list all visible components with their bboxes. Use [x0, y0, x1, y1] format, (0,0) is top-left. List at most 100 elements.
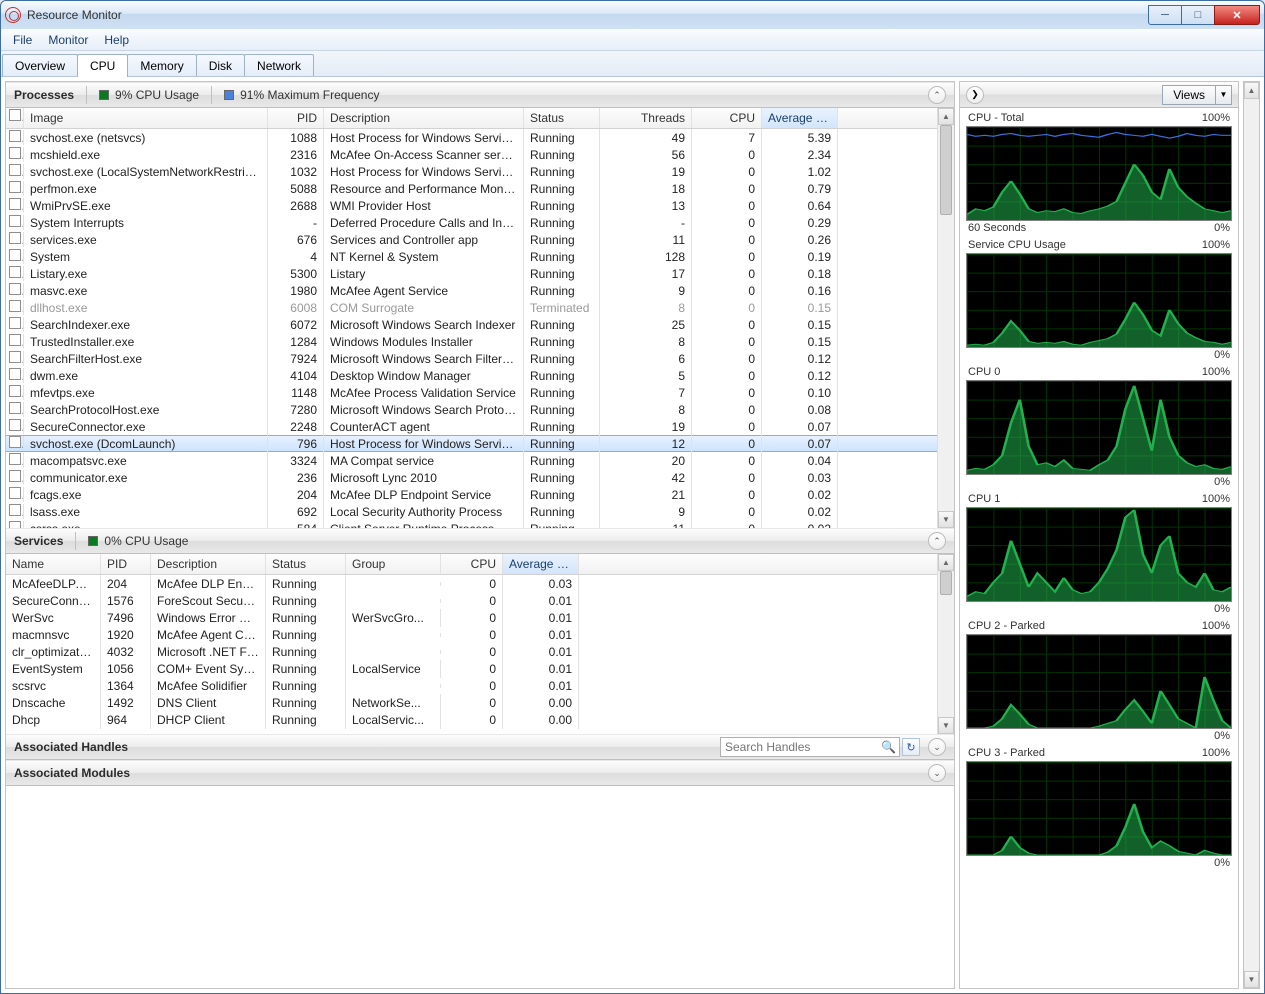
- tab-overview[interactable]: Overview: [2, 54, 78, 76]
- table-row[interactable]: System4NT Kernel & SystemRunning12800.19: [6, 248, 937, 265]
- menu-file[interactable]: File: [5, 31, 40, 49]
- col-header[interactable]: Name: [6, 554, 101, 574]
- table-row[interactable]: csrss.exe584Client Server Runtime Proces…: [6, 520, 937, 528]
- col-header[interactable]: Threads: [600, 108, 692, 128]
- table-row[interactable]: McAfeeDLPAge...204McAfee DLP Endpo...Run…: [6, 575, 937, 592]
- rightpane-scrollbar[interactable]: ▲ ▼: [1243, 81, 1260, 989]
- refresh-handles-icon[interactable]: ↻: [902, 738, 920, 756]
- header-checkbox[interactable]: [6, 108, 24, 128]
- table-row[interactable]: masvc.exe1980McAfee Agent ServiceRunning…: [6, 282, 937, 299]
- table-row[interactable]: clr_optimizatio...4032Microsoft .NET Fra…: [6, 643, 937, 660]
- row-checkbox[interactable]: [9, 181, 21, 193]
- views-dropdown-icon[interactable]: ▼: [1216, 85, 1232, 105]
- services-header[interactable]: Services 0% CPU Usage ⌃: [6, 528, 954, 554]
- table-row[interactable]: TrustedInstaller.exe1284Windows Modules …: [6, 333, 937, 350]
- row-checkbox[interactable]: [9, 130, 21, 142]
- row-checkbox[interactable]: [9, 283, 21, 295]
- processes-table[interactable]: ImagePIDDescriptionStatusThreadsCPUAvera…: [6, 108, 937, 528]
- table-row[interactable]: System Interrupts-Deferred Procedure Cal…: [6, 214, 937, 231]
- processes-header[interactable]: Processes 9% CPU Usage 91% Maximum Frequ…: [6, 82, 954, 108]
- services-table[interactable]: NamePIDDescriptionStatusGroupCPUAverage …: [6, 554, 937, 734]
- maximize-button[interactable]: □: [1181, 5, 1215, 25]
- tab-disk[interactable]: Disk: [196, 54, 245, 76]
- table-row[interactable]: WmiPrvSE.exe2688WMI Provider HostRunning…: [6, 197, 937, 214]
- col-header[interactable]: CPU: [692, 108, 762, 128]
- row-checkbox[interactable]: [9, 351, 21, 363]
- row-checkbox[interactable]: [9, 368, 21, 380]
- row-checkbox[interactable]: [9, 453, 21, 465]
- row-checkbox[interactable]: [9, 164, 21, 176]
- col-header[interactable]: Status: [524, 108, 600, 128]
- table-row[interactable]: svchost.exe (netsvcs)1088Host Process fo…: [6, 129, 937, 146]
- col-header[interactable]: PID: [268, 108, 324, 128]
- col-header[interactable]: Description: [151, 554, 266, 574]
- collapse-handles-icon[interactable]: ⌄: [928, 738, 946, 756]
- row-checkbox[interactable]: [9, 317, 21, 329]
- col-header[interactable]: Image: [24, 108, 268, 128]
- table-row[interactable]: Dnscache1492DNS ClientRunningNetworkSe..…: [6, 694, 937, 711]
- table-row[interactable]: SecureConnector1576ForeScout SecureC...R…: [6, 592, 937, 609]
- col-header[interactable]: Average CPU: [503, 554, 579, 574]
- row-checkbox[interactable]: [9, 504, 21, 516]
- table-row[interactable]: dllhost.exe6008COM SurrogateTerminated80…: [6, 299, 937, 316]
- table-row[interactable]: scsrvc1364McAfee SolidifierRunning00.01: [6, 677, 937, 694]
- table-row[interactable]: fcags.exe204McAfee DLP Endpoint ServiceR…: [6, 486, 937, 503]
- row-checkbox[interactable]: [9, 147, 21, 159]
- menu-monitor[interactable]: Monitor: [40, 31, 96, 49]
- table-row[interactable]: SearchProtocolHost.exe7280Microsoft Wind…: [6, 401, 937, 418]
- row-checkbox[interactable]: [9, 215, 21, 227]
- table-row[interactable]: services.exe676Services and Controller a…: [6, 231, 937, 248]
- services-scrollbar[interactable]: ▲ ▼: [937, 554, 954, 734]
- table-row[interactable]: svchost.exe (LocalSystemNetworkRestricte…: [6, 163, 937, 180]
- minimize-button[interactable]: ─: [1148, 5, 1182, 25]
- table-row[interactable]: macmnsvc1920McAfee Agent Co...Running00.…: [6, 626, 937, 643]
- table-row[interactable]: SecureConnector.exe2248CounterACT agentR…: [6, 418, 937, 435]
- row-checkbox[interactable]: [9, 198, 21, 210]
- table-row[interactable]: dwm.exe4104Desktop Window ManagerRunning…: [6, 367, 937, 384]
- row-checkbox[interactable]: [9, 402, 21, 414]
- modules-header[interactable]: Associated Modules ⌄: [6, 760, 954, 786]
- row-checkbox[interactable]: [9, 487, 21, 499]
- table-row[interactable]: macompatsvc.exe3324MA Compat serviceRunn…: [6, 452, 937, 469]
- table-row[interactable]: Listary.exe5300ListaryRunning1700.18: [6, 265, 937, 282]
- col-header[interactable]: Average CPU: [762, 108, 838, 128]
- table-row[interactable]: mcshield.exe2316McAfee On-Access Scanner…: [6, 146, 937, 163]
- col-header[interactable]: CPU: [441, 554, 503, 574]
- col-header[interactable]: PID: [101, 554, 151, 574]
- row-checkbox[interactable]: [9, 521, 21, 528]
- handles-header[interactable]: Associated Handles 🔍 ↻ ⌄: [6, 734, 954, 760]
- row-checkbox[interactable]: [9, 249, 21, 261]
- table-row[interactable]: EventSystem1056COM+ Event SystemRunningL…: [6, 660, 937, 677]
- collapse-modules-icon[interactable]: ⌄: [928, 764, 946, 782]
- collapse-services-icon[interactable]: ⌃: [928, 532, 946, 550]
- collapse-charts-icon[interactable]: ❯: [966, 86, 984, 104]
- table-row[interactable]: Dhcp964DHCP ClientRunningLocalServic...0…: [6, 711, 937, 728]
- views-button[interactable]: Views: [1162, 85, 1216, 105]
- table-row[interactable]: mfevtps.exe1148McAfee Process Validation…: [6, 384, 937, 401]
- search-handles-input[interactable]: [720, 737, 900, 757]
- close-button[interactable]: ✕: [1214, 5, 1260, 25]
- row-checkbox[interactable]: [9, 419, 21, 431]
- table-row[interactable]: communicator.exe236Microsoft Lync 2010Ru…: [6, 469, 937, 486]
- menu-help[interactable]: Help: [96, 31, 137, 49]
- row-checkbox[interactable]: [9, 436, 21, 448]
- tab-cpu[interactable]: CPU: [77, 54, 128, 77]
- row-checkbox[interactable]: [9, 470, 21, 482]
- col-header[interactable]: Status: [266, 554, 346, 574]
- collapse-processes-icon[interactable]: ⌃: [928, 86, 946, 104]
- col-header[interactable]: Group: [346, 554, 441, 574]
- table-row[interactable]: svchost.exe (DcomLaunch)796Host Process …: [6, 435, 937, 452]
- table-row[interactable]: perfmon.exe5088Resource and Performance …: [6, 180, 937, 197]
- table-row[interactable]: lsass.exe692Local Security Authority Pro…: [6, 503, 937, 520]
- row-checkbox[interactable]: [9, 300, 21, 312]
- processes-scrollbar[interactable]: ▲ ▼: [937, 108, 954, 528]
- row-checkbox[interactable]: [9, 266, 21, 278]
- row-checkbox[interactable]: [9, 232, 21, 244]
- row-checkbox[interactable]: [9, 385, 21, 397]
- titlebar[interactable]: Resource Monitor ─ □ ✕: [1, 1, 1264, 29]
- table-row[interactable]: SearchIndexer.exe6072Microsoft Windows S…: [6, 316, 937, 333]
- col-header[interactable]: Description: [324, 108, 524, 128]
- tab-network[interactable]: Network: [244, 54, 314, 76]
- table-row[interactable]: SearchFilterHost.exe7924Microsoft Window…: [6, 350, 937, 367]
- table-row[interactable]: WerSvc7496Windows Error Re...RunningWerS…: [6, 609, 937, 626]
